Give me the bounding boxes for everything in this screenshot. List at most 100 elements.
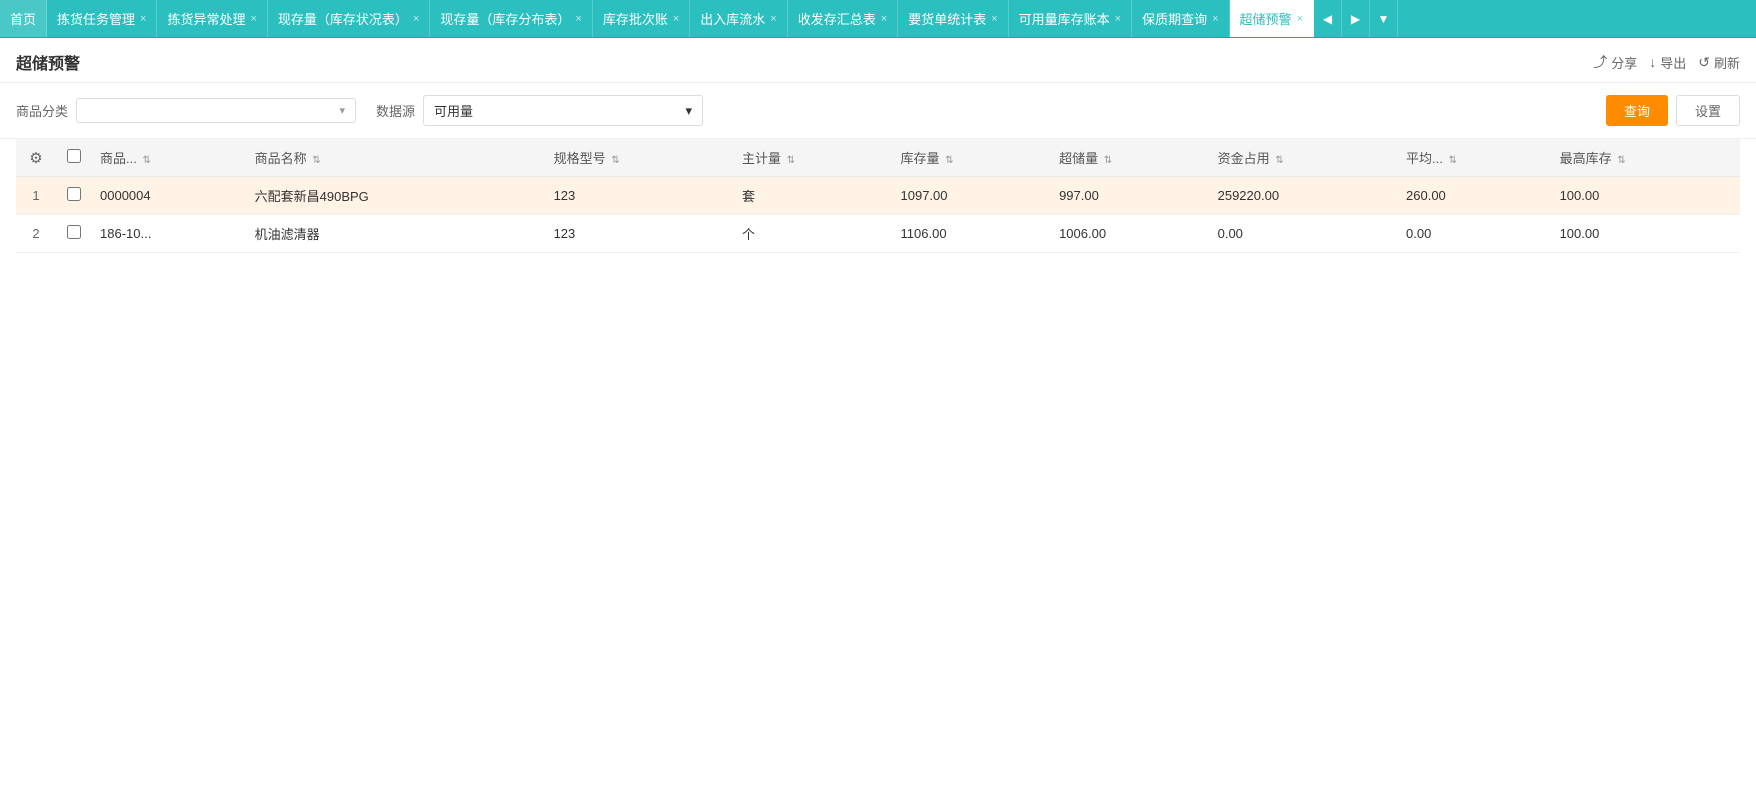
query-button[interactable]: 查询 (1606, 95, 1668, 126)
overflow-warning-table: ⚙ 商品... ⇅ 商品名称 ⇅ 规格型号 ⇅ (16, 139, 1740, 253)
nav-bar: 首页 拣货任务管理 × 拣货异常处理 × 现存量（库存状况表） × 现存量（库存… (0, 0, 1756, 38)
page-header: 超储预警 ⤴ 分享 ↓ 导出 ↺ 刷新 (0, 38, 1756, 83)
sort-icon[interactable]: ⇅ (945, 155, 953, 166)
nav-item-stock-status[interactable]: 现存量（库存状况表） × (268, 0, 430, 38)
dropdown-arrow-icon: ▾ (686, 103, 693, 119)
close-icon[interactable]: × (413, 13, 419, 25)
col-stock: 库存量 ⇅ (893, 139, 1052, 177)
export-button[interactable]: ↓ 导出 (1649, 53, 1686, 72)
close-icon[interactable]: × (575, 13, 581, 25)
nav-item-home[interactable]: 首页 (0, 0, 47, 38)
nav-more-arrow[interactable]: ▼ (1370, 0, 1398, 38)
nav-item-task-mgmt[interactable]: 拣货任务管理 × (47, 0, 157, 38)
sort-icon[interactable]: ⇅ (142, 155, 150, 166)
settings-button[interactable]: 设置 (1676, 95, 1740, 126)
datasource-label: 数据源 (376, 101, 415, 120)
nav-item-flow[interactable]: 出入库流水 × (690, 0, 787, 38)
row-num: 1 (16, 177, 56, 215)
spec: 123 (546, 177, 734, 215)
gear-icon[interactable]: ⚙ (29, 150, 42, 167)
close-icon[interactable]: × (770, 13, 776, 25)
stock: 1097.00 (893, 177, 1052, 215)
table-row: 2 186-10... 机油滤清器 123 个 1106.00 1006.00 … (16, 215, 1740, 253)
max-stock: 100.00 (1552, 177, 1740, 215)
close-icon[interactable]: × (881, 13, 887, 25)
nav-item-stock-dist[interactable]: 现存量（库存分布表） × (430, 0, 592, 38)
filter-actions: 查询 设置 (1606, 95, 1740, 126)
close-icon[interactable]: × (1212, 13, 1218, 25)
col-max-stock: 最高库存 ⇅ (1552, 139, 1740, 177)
close-icon[interactable]: × (1115, 13, 1121, 25)
close-icon[interactable]: × (991, 13, 997, 25)
table-row: 1 0000004 六配套新昌490BPG 123 套 1097.00 997.… (16, 177, 1740, 215)
close-icon[interactable]: × (673, 13, 679, 25)
category-label: 商品分类 (16, 101, 68, 120)
sort-icon[interactable]: ⇅ (1275, 155, 1283, 166)
row-checkbox[interactable] (67, 187, 81, 201)
product-code: 186-10... (92, 215, 247, 253)
export-icon: ↓ (1649, 54, 1656, 70)
header-actions: ⤴ 分享 ↓ 导出 ↺ 刷新 (1593, 52, 1740, 72)
nav-item-expiry[interactable]: 保质期查询 × (1132, 0, 1229, 38)
spec: 123 (546, 215, 734, 253)
unit: 套 (734, 177, 893, 215)
dropdown-arrow-icon: ▾ (339, 104, 345, 117)
row-checkbox-cell (56, 215, 92, 253)
filter-datasource-group: 数据源 可用量 ▾ (376, 95, 703, 126)
category-select[interactable]: ▾ (76, 98, 356, 123)
sort-icon[interactable]: ⇅ (611, 155, 619, 166)
row-checkbox-cell (56, 177, 92, 215)
col-gear: ⚙ (16, 139, 56, 177)
product-name: 六配套新昌490BPG (247, 177, 546, 215)
nav-item-exception[interactable]: 拣货异常处理 × (157, 0, 267, 38)
table-area: ⚙ 商品... ⇅ 商品名称 ⇅ 规格型号 ⇅ (0, 139, 1756, 269)
share-button[interactable]: ⤴ 分享 (1593, 52, 1637, 72)
sort-icon[interactable]: ⇅ (1448, 155, 1456, 166)
nav-item-order-stats[interactable]: 要货单统计表 × (898, 0, 1008, 38)
datasource-select[interactable]: 可用量 ▾ (423, 95, 703, 126)
nav-item-available-stock[interactable]: 可用量库存账本 × (1009, 0, 1132, 38)
table-header-row: ⚙ 商品... ⇅ 商品名称 ⇅ 规格型号 ⇅ (16, 139, 1740, 177)
refresh-button[interactable]: ↺ 刷新 (1698, 53, 1740, 72)
unit: 个 (734, 215, 893, 253)
sort-icon[interactable]: ⇅ (1617, 155, 1625, 166)
col-unit: 主计量 ⇅ (734, 139, 893, 177)
col-spec: 规格型号 ⇅ (546, 139, 734, 177)
col-product-code: 商品... ⇅ (92, 139, 247, 177)
refresh-icon: ↺ (1698, 54, 1710, 71)
filter-area: 商品分类 ▾ 数据源 可用量 ▾ 查询 设置 (0, 83, 1756, 139)
close-icon[interactable]: × (250, 13, 256, 25)
datasource-value: 可用量 (434, 101, 473, 120)
nav-item-summary[interactable]: 收发存汇总表 × (788, 0, 898, 38)
share-icon: ⤴ (1593, 52, 1607, 72)
close-icon[interactable]: × (140, 13, 146, 25)
sort-icon[interactable]: ⇅ (312, 155, 320, 166)
col-product-name: 商品名称 ⇅ (247, 139, 546, 177)
avg: 260.00 (1398, 177, 1552, 215)
close-icon[interactable]: × (1297, 13, 1303, 25)
max-stock: 100.00 (1552, 215, 1740, 253)
overflow: 997.00 (1051, 177, 1210, 215)
row-checkbox[interactable] (67, 225, 81, 239)
sort-icon[interactable]: ⇅ (787, 155, 795, 166)
nav-item-batch[interactable]: 库存批次账 × (593, 0, 690, 38)
sort-icon[interactable]: ⇅ (1104, 155, 1112, 166)
select-all-checkbox[interactable] (67, 149, 81, 163)
row-num: 2 (16, 215, 56, 253)
page-title: 超储预警 (16, 50, 80, 74)
col-avg: 平均... ⇅ (1398, 139, 1552, 177)
col-capital: 资金占用 ⇅ (1210, 139, 1398, 177)
avg: 0.00 (1398, 215, 1552, 253)
nav-next-arrow[interactable]: ▶ (1342, 0, 1370, 38)
overflow: 1006.00 (1051, 215, 1210, 253)
nav-item-overflow-warning[interactable]: 超储预警 × (1230, 0, 1314, 38)
product-name: 机油滤清器 (247, 215, 546, 253)
stock: 1106.00 (893, 215, 1052, 253)
col-checkbox (56, 139, 92, 177)
capital: 0.00 (1210, 215, 1398, 253)
product-code: 0000004 (92, 177, 247, 215)
filter-category-group: 商品分类 ▾ (16, 98, 356, 123)
col-overflow: 超储量 ⇅ (1051, 139, 1210, 177)
nav-prev-arrow[interactable]: ◀ (1314, 0, 1342, 38)
capital: 259220.00 (1210, 177, 1398, 215)
